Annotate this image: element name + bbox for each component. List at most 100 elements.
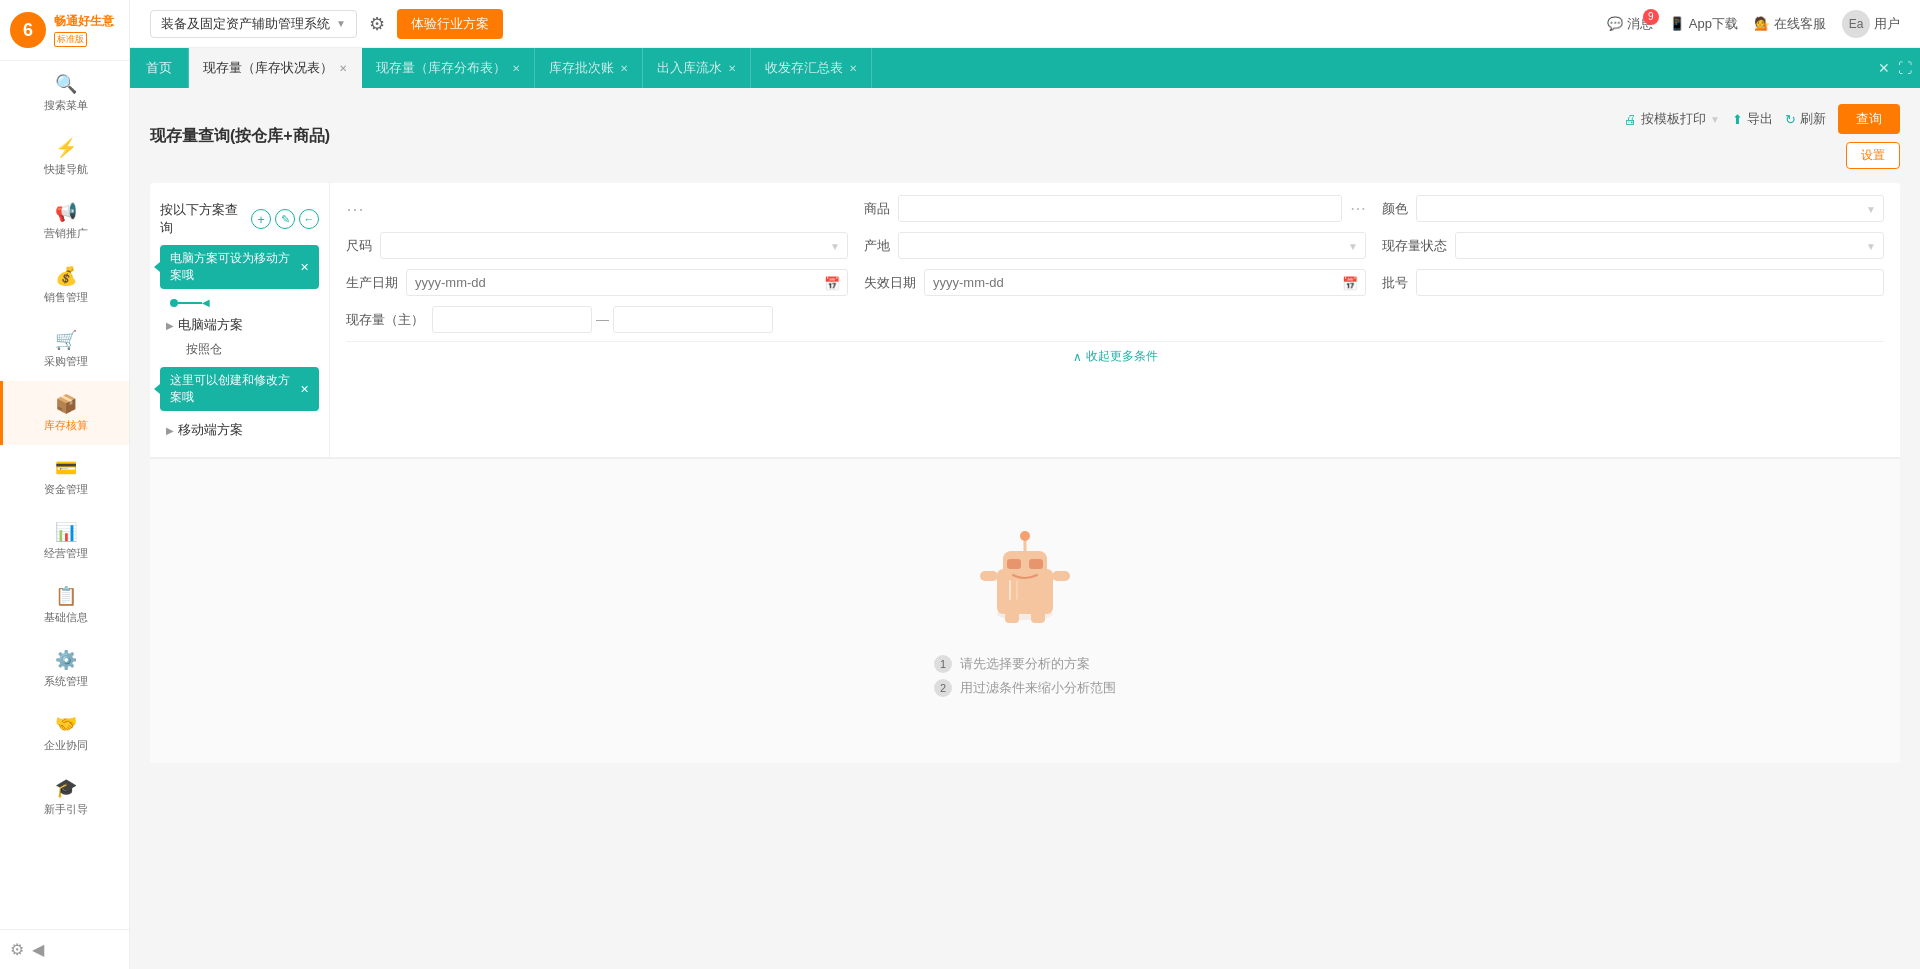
close-icon[interactable]: ✕: [620, 63, 628, 74]
empty-illustration: [965, 519, 1085, 639]
megaphone-icon: 📢: [55, 201, 77, 223]
scheme-panel: 按以下方案查询 + ✎ ← 电脑方案可设为移动方案哦 ✕: [150, 183, 330, 457]
collapse-more-button[interactable]: ∧ 收起更多条件: [346, 341, 1884, 371]
scheme-sub-item-warehouse[interactable]: 按照仓: [178, 338, 329, 361]
size-select[interactable]: [380, 232, 848, 259]
form-cell-size: 尺码 ▼: [346, 232, 848, 259]
logo-icon: 6: [10, 12, 46, 48]
avatar: Ea: [1842, 10, 1870, 38]
chart-icon: 📊: [55, 521, 77, 543]
export-button[interactable]: ⬆ 导出: [1732, 110, 1773, 128]
expire-date-label: 失效日期: [864, 274, 916, 292]
scheme-group-mobile-label: 移动端方案: [178, 421, 243, 439]
prod-date-input[interactable]: [406, 269, 848, 296]
form-panel: ⋯ 商品 ⋯ 颜色: [330, 183, 1900, 383]
graduation-icon: 🎓: [55, 777, 77, 799]
tab-stock-status[interactable]: 现存量（库存状况表） ✕: [189, 48, 362, 88]
tab-receive-send[interactable]: 收发存汇总表 ✕: [751, 48, 872, 88]
sidebar-item-sales[interactable]: 💰 销售管理: [0, 253, 129, 317]
form-cell-prod-date: 生产日期 📅: [346, 269, 848, 296]
chevron-down-icon: ▼: [336, 18, 346, 29]
sidebar-item-inventory[interactable]: 📦 库存核算: [0, 381, 129, 445]
sidebar-item-enterprise[interactable]: 🤝 企业协同: [0, 701, 129, 765]
settings-bottom-icon[interactable]: ⚙: [10, 940, 24, 959]
sidebar-item-guide[interactable]: 🎓 新手引导: [0, 765, 129, 829]
scheme-group-mobile-header[interactable]: ▶ 移动端方案: [150, 417, 329, 443]
tooltip2-close[interactable]: ✕: [300, 383, 309, 396]
sidebar-item-system[interactable]: ⚙️ 系统管理: [0, 637, 129, 701]
stock-status-select[interactable]: [1455, 232, 1884, 259]
main-content: 装备及固定资产辅助管理系统 ▼ ⚙ 体验行业方案 💬 9 消息 📱 App下载 …: [130, 0, 1920, 969]
tab-in-out-flow[interactable]: 出入库流水 ✕: [643, 48, 751, 88]
sidebar-item-finance[interactable]: 💳 资金管理: [0, 445, 129, 509]
fullscreen-icon[interactable]: ⛶: [1898, 60, 1912, 76]
tab-label: 库存批次账: [549, 59, 614, 77]
edit-scheme-button[interactable]: ✎: [275, 209, 295, 229]
connector-row: ◀: [170, 297, 319, 308]
user-item[interactable]: Ea 用户: [1842, 10, 1900, 38]
goods-input-wrapper: [898, 195, 1342, 222]
refresh-button[interactable]: ↻ 刷新: [1785, 110, 1826, 128]
sidebar-item-label: 资金管理: [44, 482, 88, 497]
scheme-group-desktop-header[interactable]: ▶ 电脑端方案: [150, 312, 329, 338]
system-settings-icon[interactable]: ⚙: [369, 13, 385, 35]
close-icon[interactable]: ✕: [849, 63, 857, 74]
expire-date-input[interactable]: [924, 269, 1366, 296]
refresh-icon: ↻: [1785, 112, 1796, 127]
tab-home[interactable]: 首页: [130, 48, 189, 88]
sidebar-item-search[interactable]: 🔍 搜索菜单: [0, 61, 129, 125]
empty-state: 1 请先选择要分析的方案 2 用过滤条件来缩小分析范围: [150, 459, 1900, 763]
sidebar-item-marketing[interactable]: 📢 营销推广: [0, 189, 129, 253]
notification-item[interactable]: 💬 9 消息: [1607, 15, 1653, 33]
dots-icon[interactable]: ⋯: [346, 198, 364, 220]
sidebar-item-purchase[interactable]: 🛒 采购管理: [0, 317, 129, 381]
batch-input[interactable]: [1416, 269, 1884, 296]
origin-label: 产地: [864, 237, 890, 255]
close-icon[interactable]: ✕: [512, 63, 520, 74]
stock-qty-label: 现存量（主）: [346, 311, 424, 329]
sidebar-item-basic-info[interactable]: 📋 基础信息: [0, 573, 129, 637]
tab-label: 现存量（库存分布表）: [376, 59, 506, 77]
tooltip1-close[interactable]: ✕: [300, 261, 309, 274]
tab-stock-dist[interactable]: 现存量（库存分布表） ✕: [362, 48, 535, 88]
trial-button[interactable]: 体验行业方案: [397, 9, 503, 39]
scheme-action-buttons: + ✎ ←: [251, 209, 319, 229]
scheme-tooltip1: 电脑方案可设为移动方案哦 ✕: [160, 245, 319, 289]
goods-input[interactable]: [898, 195, 1342, 222]
stock-qty-min-input[interactable]: [432, 306, 592, 333]
close-all-icon[interactable]: ✕: [1878, 60, 1890, 76]
service-icon: 💁: [1754, 16, 1770, 31]
query-actions: 🖨 按模板打印 ▼ ⬆ 导出 ↻ 刷新: [1624, 104, 1900, 169]
goods-dots-icon[interactable]: ⋯: [1350, 199, 1366, 218]
tab-label: 收发存汇总表: [765, 59, 843, 77]
tab-bar: 首页 现存量（库存状况表） ✕ 现存量（库存分布表） ✕ 库存批次账 ✕ 出入库…: [130, 48, 1920, 88]
export-icon: ⬆: [1732, 112, 1743, 127]
query-button[interactable]: 查询: [1838, 104, 1900, 134]
close-icon[interactable]: ✕: [728, 63, 736, 74]
add-scheme-button[interactable]: +: [251, 209, 271, 229]
stock-qty-max-input[interactable]: [613, 306, 773, 333]
color-select[interactable]: [1416, 195, 1884, 222]
collapse-sidebar-icon[interactable]: ◀: [32, 940, 44, 959]
back-scheme-button[interactable]: ←: [299, 209, 319, 229]
scheme-group-label: 电脑端方案: [178, 316, 243, 334]
settings-button[interactable]: 设置: [1846, 142, 1900, 169]
print-button[interactable]: 🖨 按模板打印 ▼: [1624, 110, 1720, 128]
form-cell-color: 颜色 ▼: [1382, 195, 1884, 222]
tab-batch-account[interactable]: 库存批次账 ✕: [535, 48, 643, 88]
sidebar-item-quick-nav[interactable]: ⚡ 快捷导航: [0, 125, 129, 189]
origin-select[interactable]: [898, 232, 1366, 259]
system-select[interactable]: 装备及固定资产辅助管理系统 ▼: [150, 10, 357, 38]
action-row: 🖨 按模板打印 ▼ ⬆ 导出 ↻ 刷新: [1624, 104, 1900, 134]
lightning-icon: ⚡: [55, 137, 77, 159]
form-cell-origin: 产地 ▼: [864, 232, 1366, 259]
connector-dot: [170, 299, 178, 307]
online-service-item[interactable]: 💁 在线客服: [1754, 15, 1826, 33]
app-download-item[interactable]: 📱 App下载: [1669, 15, 1738, 33]
sidebar-item-operations[interactable]: 📊 经营管理: [0, 509, 129, 573]
form-row-4: 现存量（主） —: [346, 306, 1884, 333]
sidebar-item-label: 企业协同: [44, 738, 88, 753]
tooltip2-container: 这里可以创建和修改方案哦 ✕: [160, 367, 319, 411]
close-icon[interactable]: ✕: [339, 63, 347, 74]
expand-arrow-icon: ▶: [166, 425, 174, 436]
